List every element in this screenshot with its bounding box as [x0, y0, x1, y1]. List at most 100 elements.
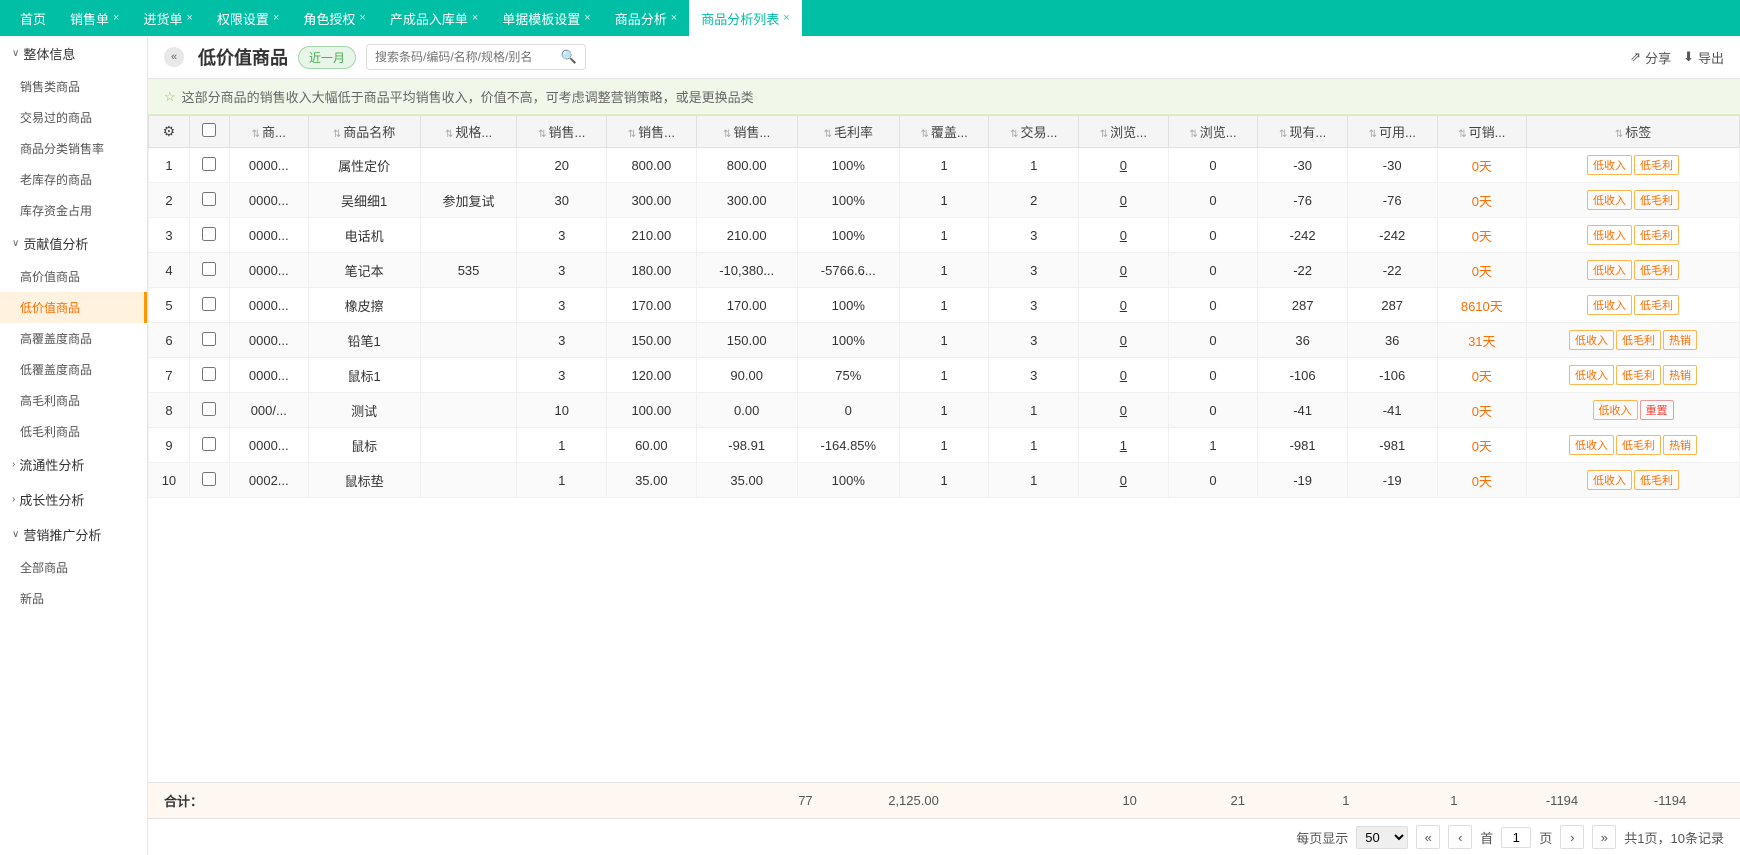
cell-browse1[interactable]: 0 — [1079, 358, 1169, 393]
browse-link[interactable]: 0 — [1120, 403, 1127, 418]
th-coverage[interactable]: 覆盖... — [899, 116, 989, 148]
th-settings[interactable]: ⚙ — [149, 116, 190, 148]
nav-tab-analysis[interactable]: 商品分析 × — [603, 0, 689, 36]
table-wrapper[interactable]: ⚙ 商... 商品名称 规格... 销售... 销售... 销售... 毛利率 … — [148, 115, 1740, 782]
row-checkbox[interactable] — [202, 262, 216, 276]
nav-tab-storage[interactable]: 产成品入库单 × — [378, 0, 490, 36]
cell-checkbox[interactable] — [189, 288, 229, 323]
cell-browse1[interactable]: 1 — [1079, 428, 1169, 463]
sidebar-item-low-coverage[interactable]: 低覆盖度商品 — [0, 354, 147, 385]
search-icon[interactable]: 🔍 — [561, 49, 577, 65]
th-browse2[interactable]: 浏览... — [1168, 116, 1258, 148]
th-code[interactable]: 商... — [230, 116, 309, 148]
last-page-btn[interactable]: » — [1592, 825, 1616, 849]
sidebar-section-overview[interactable]: ∨ 整体信息 — [0, 36, 147, 71]
settings-icon[interactable]: ⚙ — [163, 123, 176, 139]
browse-link[interactable]: 0 — [1120, 263, 1127, 278]
sidebar-item-stock-capital[interactable]: 库存资金占用 — [0, 195, 147, 226]
cell-checkbox[interactable] — [189, 428, 229, 463]
th-tags[interactable]: 标签 — [1527, 116, 1740, 148]
row-checkbox[interactable] — [202, 332, 216, 346]
th-days[interactable]: 可销... — [1437, 116, 1527, 148]
browse-link[interactable]: 0 — [1120, 368, 1127, 383]
sidebar-item-new-goods[interactable]: 新品 — [0, 583, 147, 614]
cell-browse1[interactable]: 0 — [1079, 463, 1169, 498]
page-input[interactable] — [1501, 827, 1531, 848]
th-gross[interactable]: 毛利率 — [797, 116, 899, 148]
share-button[interactable]: ⇗ 分享 — [1630, 48, 1671, 67]
sidebar-section-growth[interactable]: › 成长性分析 — [0, 482, 147, 517]
sidebar-item-category-sales[interactable]: 商品分类销售率 — [0, 133, 147, 164]
page-size-select[interactable]: 50 100 — [1356, 826, 1408, 849]
th-spec[interactable]: 规格... — [420, 116, 517, 148]
cell-browse1[interactable]: 0 — [1079, 323, 1169, 358]
cell-checkbox[interactable] — [189, 183, 229, 218]
sidebar-item-sales-goods[interactable]: 销售类商品 — [0, 71, 147, 102]
cell-browse1[interactable]: 0 — [1079, 218, 1169, 253]
cell-checkbox[interactable] — [189, 323, 229, 358]
cell-checkbox[interactable] — [189, 148, 229, 183]
cell-checkbox[interactable] — [189, 218, 229, 253]
sidebar-section-circulation[interactable]: › 流通性分析 — [0, 447, 147, 482]
browse-link[interactable]: 0 — [1120, 333, 1127, 348]
close-icon[interactable]: × — [671, 12, 677, 24]
nav-tab-permissions[interactable]: 权限设置 × — [205, 0, 291, 36]
row-checkbox[interactable] — [202, 227, 216, 241]
th-name[interactable]: 商品名称 — [308, 116, 420, 148]
browse-link[interactable]: 0 — [1120, 228, 1127, 243]
close-icon[interactable]: × — [273, 12, 279, 24]
browse-link[interactable]: 1 — [1120, 438, 1127, 453]
cell-browse1[interactable]: 0 — [1079, 253, 1169, 288]
period-button[interactable]: 近一月 — [298, 46, 356, 69]
search-input[interactable] — [375, 50, 557, 64]
cell-browse1[interactable]: 0 — [1079, 183, 1169, 218]
nav-tab-roles[interactable]: 角色授权 × — [291, 0, 377, 36]
cell-checkbox[interactable] — [189, 393, 229, 428]
close-icon[interactable]: × — [113, 12, 119, 24]
cell-browse1[interactable]: 0 — [1079, 148, 1169, 183]
close-icon[interactable]: × — [584, 12, 590, 24]
cell-checkbox[interactable] — [189, 358, 229, 393]
sidebar-item-high-value[interactable]: 高价值商品 — [0, 261, 147, 292]
cell-checkbox[interactable] — [189, 253, 229, 288]
close-icon[interactable]: × — [186, 12, 192, 24]
nav-tab-analysis-list[interactable]: 商品分析列表 × — [689, 0, 801, 36]
sidebar-item-old-stock[interactable]: 老库存的商品 — [0, 164, 147, 195]
th-trade[interactable]: 交易... — [989, 116, 1079, 148]
nav-tab-sales[interactable]: 销售单 × — [58, 0, 131, 36]
sidebar-item-low-profit[interactable]: 低毛利商品 — [0, 416, 147, 447]
browse-link[interactable]: 0 — [1120, 298, 1127, 313]
th-sales2[interactable]: 销售... — [607, 116, 697, 148]
th-stock1[interactable]: 现有... — [1258, 116, 1348, 148]
next-page-btn[interactable]: › — [1560, 825, 1584, 849]
th-checkbox[interactable] — [189, 116, 229, 148]
first-page-btn[interactable]: « — [1416, 825, 1440, 849]
cell-browse1[interactable]: 0 — [1079, 288, 1169, 323]
sidebar-section-contribution[interactable]: ∨ 贡献值分析 — [0, 226, 147, 261]
sidebar-item-high-profit[interactable]: 高毛利商品 — [0, 385, 147, 416]
sidebar-item-high-coverage[interactable]: 高覆盖度商品 — [0, 323, 147, 354]
export-button[interactable]: ⬇ 导出 — [1683, 48, 1724, 67]
sidebar-item-low-value[interactable]: 低价值商品 — [0, 292, 147, 323]
th-sales1[interactable]: 销售... — [517, 116, 607, 148]
sidebar-item-traded-goods[interactable]: 交易过的商品 — [0, 102, 147, 133]
th-stock2[interactable]: 可用... — [1347, 116, 1437, 148]
row-checkbox[interactable] — [202, 192, 216, 206]
close-icon[interactable]: × — [472, 12, 478, 24]
sidebar-section-marketing[interactable]: ∨ 营销推广分析 — [0, 517, 147, 552]
nav-tab-template[interactable]: 单据模板设置 × — [490, 0, 602, 36]
row-checkbox[interactable] — [202, 367, 216, 381]
row-checkbox[interactable] — [202, 472, 216, 486]
cell-browse1[interactable]: 0 — [1079, 393, 1169, 428]
th-browse1[interactable]: 浏览... — [1079, 116, 1169, 148]
nav-tab-purchase[interactable]: 进货单 × — [131, 0, 204, 36]
close-icon[interactable]: × — [783, 12, 789, 24]
browse-link[interactable]: 0 — [1120, 193, 1127, 208]
sidebar-item-all-goods[interactable]: 全部商品 — [0, 552, 147, 583]
prev-page-btn[interactable]: ‹ — [1448, 825, 1472, 849]
cell-checkbox[interactable] — [189, 463, 229, 498]
row-checkbox[interactable] — [202, 437, 216, 451]
nav-home[interactable]: 首页 — [8, 0, 58, 36]
browse-link[interactable]: 0 — [1120, 473, 1127, 488]
select-all-checkbox[interactable] — [202, 123, 216, 137]
